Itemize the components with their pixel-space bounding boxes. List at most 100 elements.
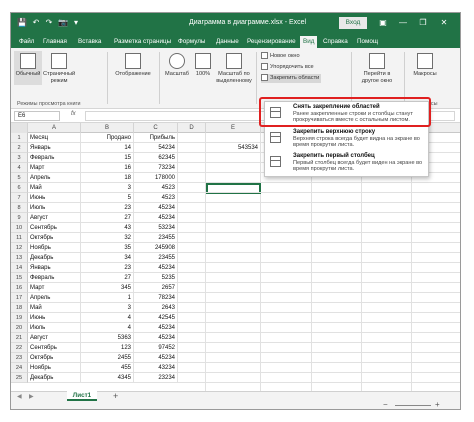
row-header[interactable]: 15 bbox=[11, 273, 28, 283]
row-header[interactable]: 19 bbox=[11, 313, 28, 323]
close-button[interactable]: ✕ bbox=[436, 17, 452, 29]
tab-assistant[interactable]: Помощ bbox=[357, 36, 378, 48]
cell-sold[interactable]: 345 bbox=[81, 283, 134, 293]
cell-profit[interactable]: Прибыль bbox=[134, 133, 178, 143]
cell-sold[interactable]: 27 bbox=[81, 213, 134, 223]
cell-profit[interactable]: 62345 bbox=[134, 153, 178, 163]
cell-month[interactable]: Июль bbox=[28, 323, 81, 333]
cell-profit[interactable]: 45234 bbox=[134, 213, 178, 223]
cell-profit[interactable]: 5235 bbox=[134, 273, 178, 283]
tab-data[interactable]: Данные bbox=[216, 36, 239, 48]
cell-sold[interactable]: 16 bbox=[81, 163, 134, 173]
cell-profit[interactable]: 45234 bbox=[134, 353, 178, 363]
cell-profit[interactable]: 45234 bbox=[134, 333, 178, 343]
row-header[interactable]: 11 bbox=[11, 233, 28, 243]
cell-month[interactable]: Март bbox=[28, 163, 81, 173]
cell-month[interactable]: Сентябрь bbox=[28, 223, 81, 233]
zoom-button[interactable]: Масштаб bbox=[163, 53, 191, 78]
cell-profit[interactable]: 23234 bbox=[134, 373, 178, 383]
cell-profit[interactable]: 178000 bbox=[134, 173, 178, 183]
cell-sold[interactable]: 35 bbox=[81, 243, 134, 253]
cell-sold[interactable]: 43 bbox=[81, 223, 134, 233]
cell-sold[interactable]: 34 bbox=[81, 253, 134, 263]
column-header-a[interactable]: A bbox=[28, 123, 81, 133]
zoom-in-button[interactable]: + bbox=[435, 400, 440, 409]
cell-month[interactable]: Декабрь bbox=[28, 253, 81, 263]
cell-profit[interactable]: 2643 bbox=[134, 303, 178, 313]
zoom-selection-button[interactable]: Масштаб по выделенному bbox=[215, 53, 253, 84]
page-mode-button[interactable]: Страничный режим bbox=[43, 53, 75, 84]
cell-profit[interactable]: 43234 bbox=[134, 363, 178, 373]
cell-sold[interactable]: 27 bbox=[81, 273, 134, 283]
cell-profit[interactable]: 45234 bbox=[134, 323, 178, 333]
cell-sold[interactable]: 4 bbox=[81, 313, 134, 323]
row-header[interactable]: 12 bbox=[11, 243, 28, 253]
save-icon[interactable]: 💾 bbox=[17, 18, 27, 28]
cell-sold[interactable]: 5 bbox=[81, 193, 134, 203]
switch-window-button[interactable]: Перейти в другое окно bbox=[355, 53, 399, 84]
cell-month[interactable]: Март bbox=[28, 283, 81, 293]
cell-profit[interactable]: 42545 bbox=[134, 313, 178, 323]
cell-profit[interactable]: 4523 bbox=[134, 193, 178, 203]
minimize-button[interactable]: — bbox=[395, 17, 411, 29]
name-box[interactable]: E6 bbox=[14, 111, 60, 121]
cell-profit[interactable]: 97452 bbox=[134, 343, 178, 353]
tab-file[interactable]: Файл bbox=[19, 36, 34, 48]
cell-profit[interactable]: 54234 bbox=[134, 143, 178, 153]
row-header[interactable]: 16 bbox=[11, 283, 28, 293]
column-header-d[interactable]: D bbox=[178, 123, 206, 133]
row-header[interactable]: 24 bbox=[11, 363, 28, 373]
cell-profit[interactable]: 4523 bbox=[134, 183, 178, 193]
cell-month[interactable]: Февраль bbox=[28, 273, 81, 283]
cell-sold[interactable]: 1 bbox=[81, 293, 134, 303]
cell-profit[interactable]: 45234 bbox=[134, 203, 178, 213]
cell-sold[interactable]: 15 bbox=[81, 153, 134, 163]
cell-month[interactable]: Ноябрь bbox=[28, 243, 81, 253]
column-header-e[interactable]: E bbox=[206, 123, 261, 133]
row-header[interactable]: 14 bbox=[11, 263, 28, 273]
row-header[interactable]: 7 bbox=[11, 193, 28, 203]
macros-button[interactable]: Макросы bbox=[409, 53, 441, 78]
cell-sold[interactable]: Продано bbox=[81, 133, 134, 143]
zoom-100-button[interactable]: 100% bbox=[192, 53, 214, 78]
cell-sold[interactable]: 23 bbox=[81, 203, 134, 213]
add-sheet-button[interactable]: + bbox=[113, 391, 118, 401]
tab-formulas[interactable]: Формулы bbox=[178, 36, 205, 48]
column-header-c[interactable]: C bbox=[134, 123, 178, 133]
cell-sold[interactable]: 14 bbox=[81, 143, 134, 153]
cell-profit[interactable]: 45234 bbox=[134, 263, 178, 273]
cell-month[interactable]: Июнь bbox=[28, 313, 81, 323]
cell-profit[interactable]: 73234 bbox=[134, 163, 178, 173]
row-header[interactable]: 23 bbox=[11, 353, 28, 363]
row-header[interactable]: 6 bbox=[11, 183, 28, 193]
cell-month[interactable]: Август bbox=[28, 333, 81, 343]
arrange-all-button[interactable]: Упорядочить все bbox=[261, 63, 314, 72]
column-header-b[interactable]: B bbox=[81, 123, 134, 133]
row-header[interactable]: 1 bbox=[11, 133, 28, 143]
normal-view-button[interactable]: Обычный bbox=[14, 51, 42, 85]
sheet-tab-list1[interactable]: Лист1 bbox=[67, 391, 97, 401]
tab-help[interactable]: Справка bbox=[323, 36, 348, 48]
row-header[interactable]: 9 bbox=[11, 213, 28, 223]
row-header[interactable]: 18 bbox=[11, 303, 28, 313]
row-header[interactable]: 20 bbox=[11, 323, 28, 333]
cell-month[interactable]: Июль bbox=[28, 203, 81, 213]
cell-month[interactable]: Февраль bbox=[28, 153, 81, 163]
zoom-out-button[interactable]: − bbox=[383, 400, 388, 409]
cell-month[interactable]: Май bbox=[28, 183, 81, 193]
cell-month[interactable]: Январь bbox=[28, 143, 81, 153]
cell-month[interactable]: Август bbox=[28, 213, 81, 223]
redo-icon[interactable]: ↷ bbox=[44, 18, 54, 28]
cell-month[interactable]: Месяц bbox=[28, 133, 81, 143]
row-header[interactable]: 22 bbox=[11, 343, 28, 353]
cell-sold[interactable]: 32 bbox=[81, 233, 134, 243]
cell-month[interactable]: Сентябрь bbox=[28, 343, 81, 353]
cell-month[interactable]: Ноябрь bbox=[28, 363, 81, 373]
cell-sold[interactable]: 3 bbox=[81, 303, 134, 313]
camera-icon[interactable]: 📷 bbox=[58, 18, 68, 28]
freeze-first-column-item[interactable]: Закрепить первый столбец Первый столбец … bbox=[265, 152, 430, 175]
cell-profit[interactable]: 23455 bbox=[134, 233, 178, 243]
cell-sold[interactable]: 4 bbox=[81, 323, 134, 333]
zoom-slider[interactable] bbox=[395, 405, 431, 406]
tab-view[interactable]: Вид bbox=[300, 36, 318, 48]
